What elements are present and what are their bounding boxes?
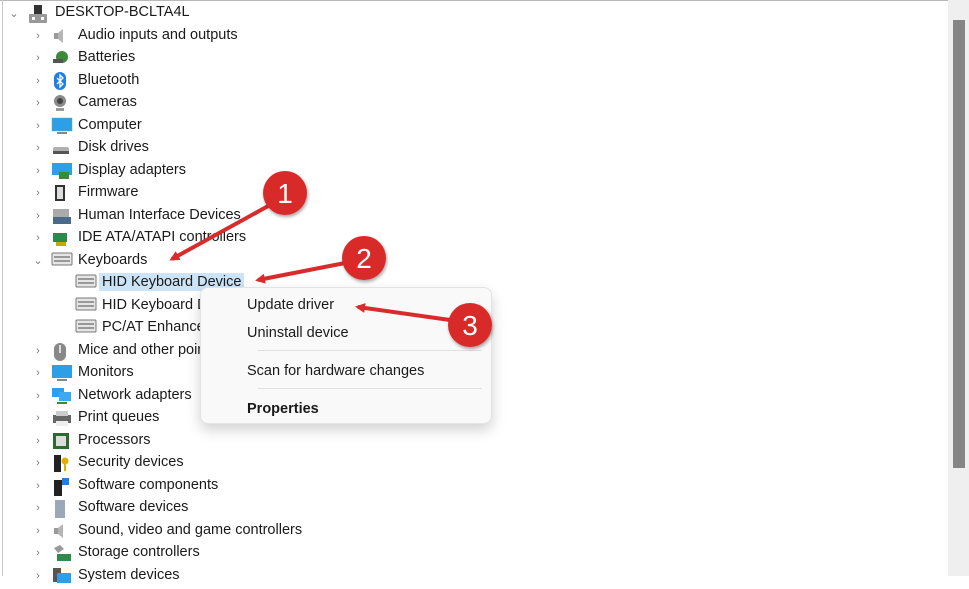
keyboard-icon [75,319,97,337]
chevron-right-icon[interactable]: › [32,502,44,514]
firmware-chip-icon [51,184,71,202]
tree-category[interactable]: › Security devices [0,452,940,474]
tree-item-label: Computer [78,116,142,133]
keyboard-icon [75,297,97,315]
chevron-right-icon[interactable]: › [32,120,44,132]
bluetooth-icon [51,71,71,90]
scrollbar-thumb[interactable] [953,20,965,468]
device-manager-window: ⌄ DESKTOP-BCLTA4L › Audio inputs and output… [0,0,969,583]
printer-icon [51,409,71,427]
chevron-right-icon[interactable]: › [32,390,44,402]
chevron-right-icon[interactable]: › [32,210,44,222]
chevron-right-icon[interactable]: › [32,547,44,559]
chevron-right-icon[interactable]: › [32,525,44,537]
tree-category[interactable]: › Processors [0,430,940,452]
tree-category[interactable]: › Sound, video and game controllers [0,520,940,542]
tree-category[interactable]: › Display adapters [0,160,940,182]
tree-category[interactable]: › Storage controllers [0,542,940,564]
chevron-right-icon[interactable]: › [32,30,44,42]
tree-category[interactable]: › Human Interface Devices [0,205,940,227]
speaker-icon [51,27,71,45]
processor-icon [51,432,71,450]
menu-separator [258,350,482,351]
chevron-down-icon[interactable]: ⌄ [32,255,44,267]
chevron-right-icon[interactable]: › [32,52,44,64]
tree-item-label: Cameras [78,94,137,110]
chevron-right-icon[interactable]: › [32,97,44,109]
chevron-right-icon[interactable]: › [32,345,44,357]
tree-item-label: Keyboards [78,251,148,268]
chevron-right-icon[interactable]: › [32,142,44,154]
tree-category[interactable]: › IDE ATA/ATAPI controllers [0,227,940,249]
chevron-right-icon[interactable]: › [32,457,44,469]
chevron-right-icon[interactable]: › [32,412,44,424]
software-component-icon [51,477,71,496]
tree-item-label: Network adapters [78,386,192,403]
computer-icon [51,117,73,135]
chevron-right-icon[interactable]: › [32,232,44,244]
sound-icon [51,522,71,540]
tree-category[interactable]: › Computer [0,115,940,137]
chevron-right-icon[interactable]: › [32,75,44,87]
tree-item-label: Display adapters [78,161,186,178]
storage-controller-icon [51,544,71,562]
tree-category[interactable]: › Software devices [0,497,940,519]
tree-item-label: DESKTOP-BCLTA4L [55,4,190,20]
tree-item-label: Software components [78,476,219,493]
tree-item-label: Disk drives [78,139,149,155]
tree-item-label: Software devices [78,499,189,515]
tree-category[interactable]: › Cameras [0,92,940,114]
tree-category[interactable]: › Disk drives [0,137,940,159]
tree-category[interactable]: › Bluetooth [0,70,940,92]
monitor-icon [51,364,72,382]
network-adapter-icon [51,387,71,405]
tree-item-label: Print queues [78,409,160,425]
tree-root[interactable]: ⌄ DESKTOP-BCLTA4L [0,2,940,24]
ide-controller-icon [51,229,71,247]
camera-icon [51,94,71,112]
tree-category[interactable]: › Batteries [0,47,940,69]
context-menu: Update driver Uninstall device Scan for … [200,287,492,424]
tree-item-label: Storage controllers [78,544,200,560]
tree-item-label: Batteries [78,49,136,65]
chevron-down-icon[interactable]: ⌄ [8,7,20,20]
chevron-right-icon[interactable]: › [32,187,44,199]
tree-item-label: IDE ATA/ATAPI controllers [78,229,247,245]
hid-icon [51,207,71,225]
tree-item-label: Processors [78,431,151,448]
tree-category[interactable]: › Firmware [0,182,940,204]
chevron-right-icon[interactable]: › [32,165,44,177]
menu-item-properties[interactable]: Properties [247,401,319,417]
tree-item-label: System devices [78,566,180,583]
mouse-icon [51,342,71,361]
tree-category[interactable]: › Audio inputs and outputs [0,25,940,47]
tree-category[interactable]: ⌄ Keyboards [0,250,940,272]
menu-item-uninstall-device[interactable]: Uninstall device [247,325,349,341]
chevron-right-icon[interactable]: › [32,367,44,379]
keyboard-icon [51,252,73,270]
tree-item-label: Firmware [78,184,139,200]
menu-item-update-driver[interactable]: Update driver [247,297,334,313]
tree-item-label: Human Interface Devices [78,206,241,223]
security-device-icon [51,454,71,472]
menu-item-scan-hardware[interactable]: Scan for hardware changes [247,363,424,379]
software-device-icon [51,499,71,518]
chevron-right-icon[interactable]: › [32,480,44,492]
tree-category[interactable]: › Software components [0,475,940,497]
tree-item-label: Sound, video and game controllers [78,521,303,538]
tree-item-label: Audio inputs and outputs [78,26,238,43]
chevron-right-icon[interactable]: › [32,435,44,447]
tree-item-label: Monitors [78,364,134,380]
window-top-border [0,0,948,1]
disk-drive-icon [51,139,71,157]
tree-item-label: Bluetooth [78,71,140,88]
tree-item-label: Security devices [78,454,184,470]
menu-separator [258,388,482,389]
keyboard-icon [75,274,97,292]
battery-icon [51,49,71,67]
display-adapter-icon [51,162,72,180]
root-computer-icon [28,4,48,23]
